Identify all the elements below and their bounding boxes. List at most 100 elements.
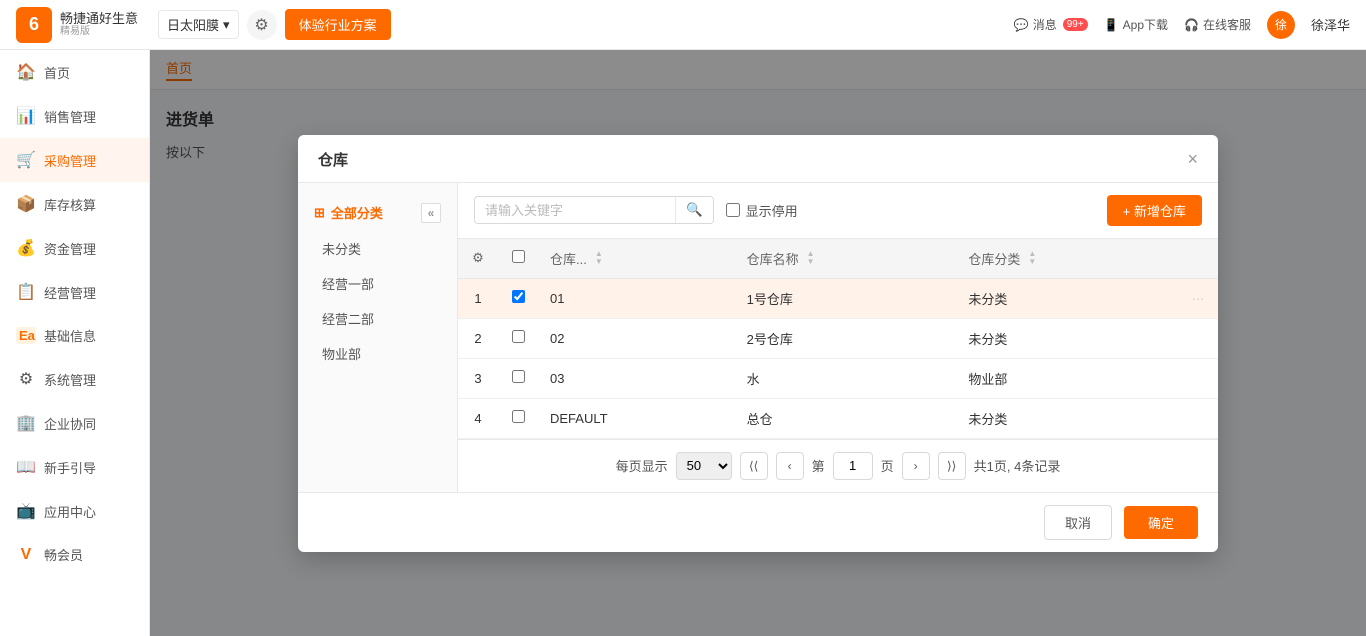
search-input[interactable] — [475, 198, 675, 223]
sidebar-label-inventory: 库存核算 — [44, 195, 96, 214]
finance-icon: 💰 — [16, 238, 36, 258]
th-settings[interactable]: ⚙ — [458, 239, 498, 279]
category-item-property[interactable]: 物业部 — [298, 336, 457, 371]
th-code[interactable]: 仓库... ▲▼ — [538, 239, 735, 279]
per-page-select[interactable]: 50 10 20 100 — [676, 452, 732, 480]
new-warehouse-button[interactable]: + 新增仓库 — [1107, 195, 1202, 226]
app-center-icon: 📺 — [16, 501, 36, 521]
category-item-dept2[interactable]: 经营二部 — [298, 301, 457, 336]
category-panel: ⊞ 全部分类 « 未分类 经营一部 经营二部 物业部 — [298, 183, 458, 492]
sort-code-icon: ▲▼ — [595, 250, 603, 266]
messages-badge: 99+ — [1063, 18, 1088, 31]
sidebar-label-system: 系统管理 — [44, 370, 96, 389]
row-checkbox[interactable] — [498, 398, 538, 438]
pagination: 每页显示 50 10 20 100 ⟨⟨ ‹ 第 页 — [458, 439, 1218, 492]
select-all-checkbox[interactable] — [512, 250, 525, 263]
row-num: 2 — [458, 318, 498, 358]
show-disabled-label[interactable]: 显示停用 — [726, 201, 798, 220]
table-toolbar: 🔍 显示停用 + 新增仓库 — [458, 183, 1218, 239]
search-button[interactable]: 🔍 — [675, 197, 713, 223]
sidebar-item-vip[interactable]: V 畅会员 — [0, 533, 149, 576]
warehouse-table: ⚙ 仓库... ▲▼ — [458, 239, 1218, 439]
settings-icon[interactable]: ⚙ — [247, 10, 277, 40]
row-checkbox[interactable] — [498, 278, 538, 318]
modal-title: 仓库 — [318, 149, 348, 170]
th-name[interactable]: 仓库名称 ▲▼ — [735, 239, 957, 279]
sidebar-item-enterprise[interactable]: 🏢 企业协同 — [0, 401, 149, 445]
sidebar-label-finance: 资金管理 — [44, 239, 96, 258]
page-number-input[interactable] — [833, 452, 873, 480]
main-layout: 🏠 首页 📊 销售管理 🛒 采购管理 📦 库存核算 💰 资金管理 📋 经营管理 … — [0, 50, 1366, 636]
all-categories-label: 全部分类 — [331, 203, 383, 222]
category-item-uncategorized[interactable]: 未分类 — [298, 231, 457, 266]
total-info: 共1页, 4条记录 — [974, 456, 1061, 475]
sales-icon: 📊 — [16, 106, 36, 126]
sidebar-item-purchase[interactable]: 🛒 采购管理 — [0, 138, 149, 182]
row-num: 3 — [458, 358, 498, 398]
th-checkbox[interactable] — [498, 239, 538, 279]
row-checkbox[interactable] — [498, 318, 538, 358]
sidebar-label-basic-info: 基础信息 — [44, 326, 96, 345]
sidebar-item-app-center[interactable]: 📺 应用中心 — [0, 489, 149, 533]
row-name: 2号仓库 — [735, 318, 957, 358]
prev-page-button[interactable]: ‹ — [776, 452, 804, 480]
modal-close-button[interactable]: × — [1187, 150, 1198, 168]
cancel-button[interactable]: 取消 — [1044, 505, 1112, 540]
operations-icon: 📋 — [16, 282, 36, 302]
username[interactable]: 徐泽华 — [1311, 15, 1350, 34]
next-page-button[interactable]: › — [902, 452, 930, 480]
modal-body: ⊞ 全部分类 « 未分类 经营一部 经营二部 物业部 — [298, 183, 1218, 492]
sidebar-item-system[interactable]: ⚙ 系统管理 — [0, 357, 149, 401]
row-checkbox[interactable] — [498, 358, 538, 398]
modal-header: 仓库 × — [298, 135, 1218, 183]
table-row[interactable]: 4 DEFAULT 总仓 未分类 — [458, 398, 1218, 438]
sidebar-label-guide: 新手引导 — [44, 458, 96, 477]
avatar-initial: 徐 — [1275, 16, 1287, 33]
show-disabled-checkbox[interactable] — [726, 203, 740, 217]
customer-service-button[interactable]: 🎧 在线客服 — [1184, 16, 1251, 33]
row-actions[interactable] — [1178, 398, 1218, 438]
table-row[interactable]: 1 01 1号仓库 未分类 ··· — [458, 278, 1218, 318]
row-category: 未分类 — [956, 398, 1178, 438]
all-categories-icon: ⊞ — [314, 205, 325, 221]
confirm-button[interactable]: 确定 — [1124, 506, 1198, 539]
sidebar-item-finance[interactable]: 💰 资金管理 — [0, 226, 149, 270]
table-row[interactable]: 3 03 水 物业部 — [458, 358, 1218, 398]
th-category[interactable]: 仓库分类 ▲▼ — [956, 239, 1178, 279]
app-logo: 6 — [16, 7, 52, 43]
messages-button[interactable]: 💬 消息 99+ — [1014, 16, 1088, 33]
table-panel: 🔍 显示停用 + 新增仓库 — [458, 183, 1218, 492]
table-row[interactable]: 2 02 2号仓库 未分类 — [458, 318, 1218, 358]
category-collapse-button[interactable]: « — [421, 203, 441, 223]
phone-icon: 📱 — [1104, 18, 1119, 32]
trial-button[interactable]: 体验行业方案 — [285, 9, 391, 40]
data-table: ⚙ 仓库... ▲▼ — [458, 239, 1218, 439]
sidebar-item-guide[interactable]: 📖 新手引导 — [0, 445, 149, 489]
sidebar-item-sales[interactable]: 📊 销售管理 — [0, 94, 149, 138]
row-name: 1号仓库 — [735, 278, 957, 318]
first-page-button[interactable]: ⟨⟨ — [740, 452, 768, 480]
last-page-button[interactable]: ⟩⟩ — [938, 452, 966, 480]
sidebar: 🏠 首页 📊 销售管理 🛒 采购管理 📦 库存核算 💰 资金管理 📋 经营管理 … — [0, 50, 150, 636]
app-download-button[interactable]: 📱 App下载 — [1104, 16, 1168, 33]
store-selector[interactable]: 日太阳膜 ▾ — [158, 10, 239, 39]
all-categories-header[interactable]: ⊞ 全部分类 « — [298, 195, 457, 231]
category-item-dept1[interactable]: 经营一部 — [298, 266, 457, 301]
modal-footer: 取消 确定 — [298, 492, 1218, 552]
sidebar-item-operations[interactable]: 📋 经营管理 — [0, 270, 149, 314]
warehouse-modal: 仓库 × ⊞ 全部分类 « 未分类 经营一部 经营二部 — [298, 135, 1218, 552]
sidebar-item-basic-info[interactable]: Ea 基础信息 — [0, 314, 149, 357]
sidebar-label-purchase: 采购管理 — [44, 151, 96, 170]
row-actions[interactable] — [1178, 318, 1218, 358]
page-unit: 页 — [881, 456, 894, 475]
message-icon: 💬 — [1014, 18, 1029, 32]
basic-info-icon: Ea — [16, 327, 36, 344]
sidebar-item-inventory[interactable]: 📦 库存核算 — [0, 182, 149, 226]
row-actions[interactable]: ··· — [1178, 278, 1218, 318]
content-area: 首页 进货单 按以下 仓库 × ⊞ — [150, 50, 1366, 636]
sidebar-item-home[interactable]: 🏠 首页 — [0, 50, 149, 94]
sidebar-label-sales: 销售管理 — [44, 107, 96, 126]
row-actions[interactable] — [1178, 358, 1218, 398]
sidebar-label-home: 首页 — [44, 63, 70, 82]
row-code: 01 — [538, 278, 735, 318]
